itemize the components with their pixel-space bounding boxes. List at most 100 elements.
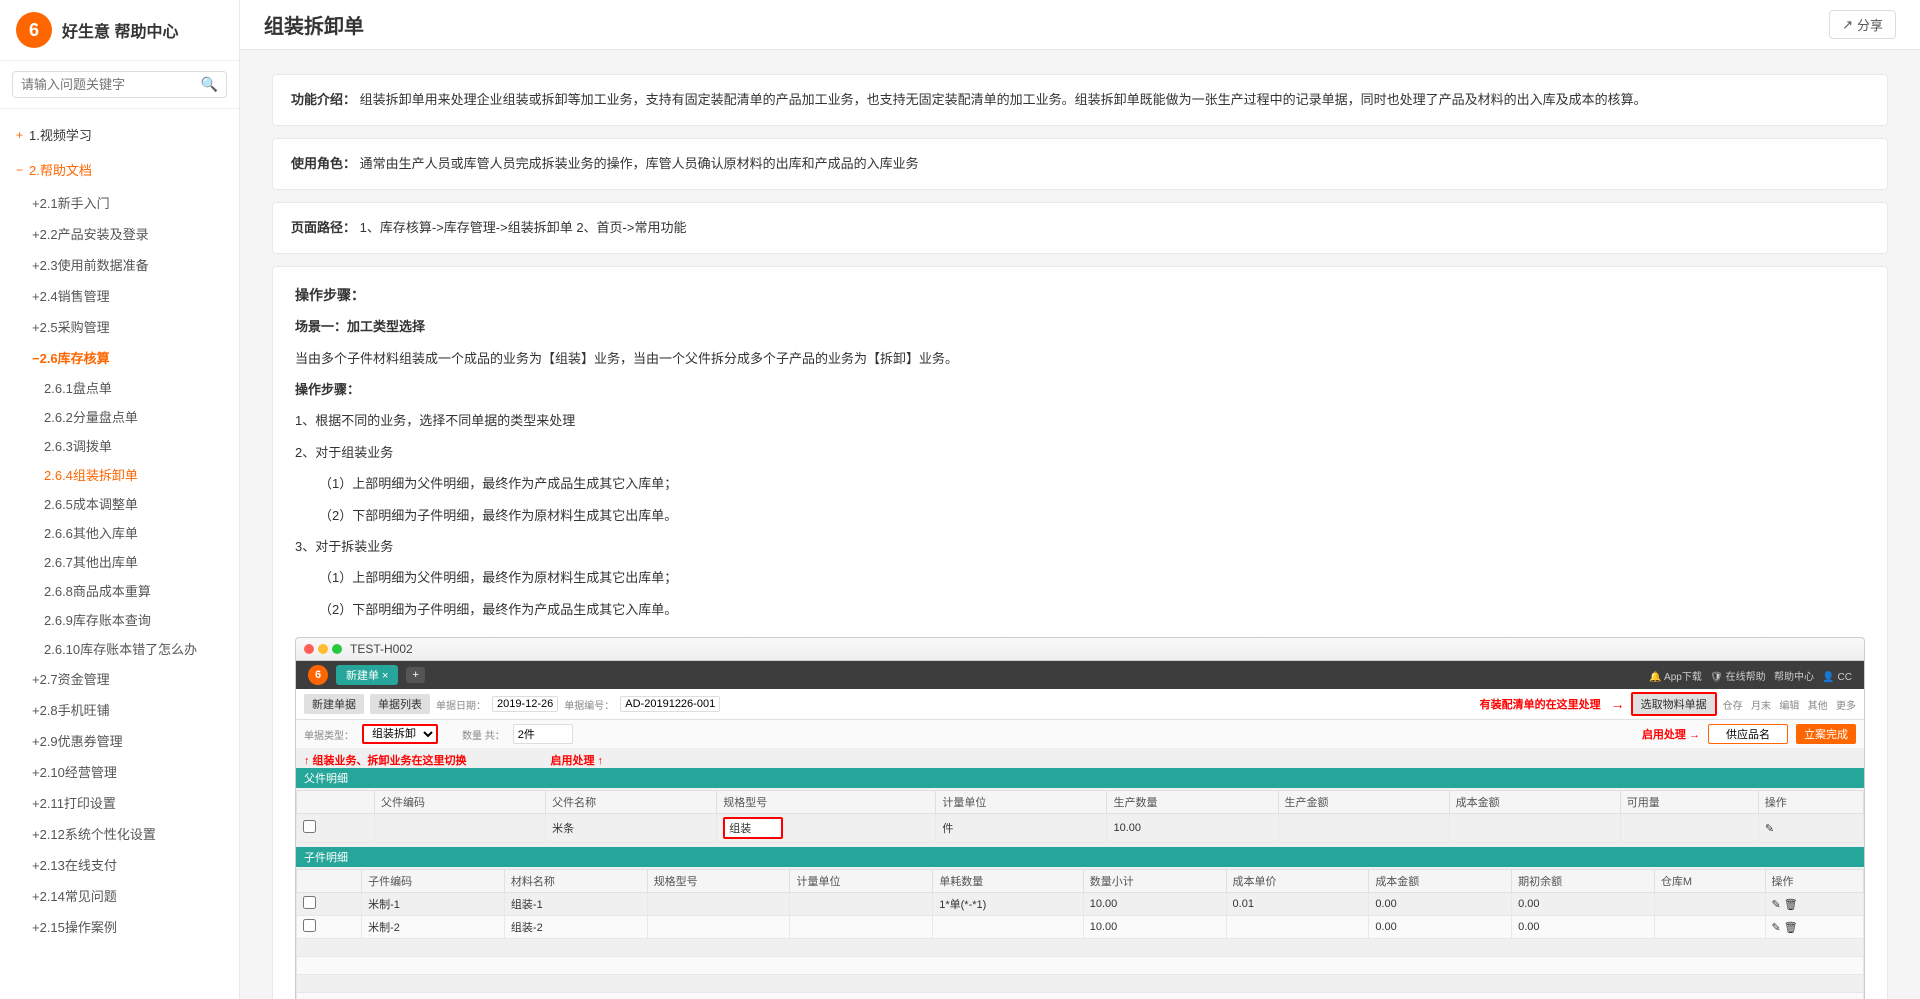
sidebar-item-2-6-8[interactable]: 2.6.8商品成本重算 — [0, 576, 239, 605]
nav-item-main-1[interactable]: + 1.视频学习 — [0, 117, 239, 152]
sidebar-item-2-8[interactable]: +2.8手机旺铺 — [0, 694, 239, 725]
scene1-desc: 当由多个子件材料组装成一个成品的业务为【组装】业务，当由一个父件拆分成多个子产品… — [295, 347, 1865, 370]
sidebar-item-2-3[interactable]: +2.3使用前数据准备 — [0, 249, 239, 280]
row-checkbox[interactable] — [303, 919, 316, 932]
ss-btn-list[interactable]: 单据列表 — [370, 694, 430, 714]
ss-btn-new[interactable]: 新建单据 — [304, 694, 364, 714]
ss-upper-th-5: 生产数量 — [1107, 791, 1278, 814]
sidebar-item-2-1[interactable]: +2.1新手入门 — [0, 187, 239, 218]
sidebar-item-2-6-9[interactable]: 2.6.9库存账本查询 — [0, 605, 239, 634]
step2-1: （1）上部明细为父件明细，最终作为产成品生成其它入库单； — [319, 472, 1865, 495]
sidebar-item-2-5[interactable]: +2.5采购管理 — [0, 311, 239, 342]
ss-annotation-a2: 启用处理 → — [1642, 726, 1700, 742]
step3-2: （2）下部明细为子件明细，最终作为产成品生成其它入库单。 — [319, 598, 1865, 621]
sidebar-item-2-4[interactable]: +2.4销售管理 — [0, 280, 239, 311]
ss-logo: 6 — [308, 665, 328, 685]
ss-annotation-a3: ↑ 组装业务、拆卸业务在这里切换 — [304, 755, 467, 767]
ss-lower-r1-ops[interactable]: ✎ 🗑 — [1765, 893, 1863, 916]
ss-btn-select-material[interactable]: 选取物料单据 — [1631, 692, 1717, 716]
search-icon[interactable]: 🔍 — [201, 76, 218, 93]
ss-upper-row-spec: 组装 — [717, 814, 936, 843]
ss-body: 6 新建单 × + 🔔 App下载 🛡 在线帮助 帮助中心 👤 CC 新建单据 … — [296, 661, 1864, 999]
role-text: 通常由生产人员或库管人员完成拆装业务的操作，库管人员确认原材料的出库和产成品的入… — [360, 156, 919, 171]
sidebar-item-2-6-2[interactable]: 2.6.2分量盘点单 — [0, 402, 239, 431]
nav-sub-list-2: +2.1新手入门 +2.2产品安装及登录 +2.3使用前数据准备 +2.4销售管… — [0, 187, 239, 942]
ss-upper-section: 父件明细 — [296, 768, 1864, 788]
sidebar-item-2-6-1[interactable]: 2.6.1盘点单 — [0, 373, 239, 402]
ss-form-date: 2019-12-26 — [492, 696, 558, 712]
sidebar-item-2-6[interactable]: −2.6库存核算 — [0, 342, 239, 373]
ss-lower-r1-subtotal: 10.00 — [1083, 893, 1226, 916]
ss-lower-th-1: 子件编码 — [362, 870, 505, 893]
sidebar-item-2-6-6[interactable]: 2.6.6其他入库单 — [0, 518, 239, 547]
ss-annotation-a4: 启用处理 ↑ — [550, 755, 603, 767]
main-area: 组装拆卸单 ↗ 分享 功能介绍： 组装拆卸单用来处理企业组装或拆卸等加工业务，支… — [240, 0, 1920, 999]
ops-steps-label: 操作步骤： — [295, 378, 1865, 401]
sidebar-item-2-6-4[interactable]: 2.6.4组装拆卸单 — [0, 460, 239, 489]
sidebar-item-2-12[interactable]: +2.12系统个性化设置 — [0, 818, 239, 849]
ss-title: TEST-H002 — [350, 642, 413, 656]
func-intro-label: 功能介绍： — [291, 92, 356, 107]
ss-lower-r2-consume — [933, 916, 1084, 939]
sidebar-item-2-9[interactable]: +2.9优惠券管理 — [0, 725, 239, 756]
share-button[interactable]: ↗ 分享 — [1829, 10, 1896, 39]
ss-lower-th-check — [297, 870, 362, 893]
expand-icon-2-9: + — [32, 734, 40, 749]
sidebar-item-2-11[interactable]: +2.11打印设置 — [0, 787, 239, 818]
nav-item-main-2[interactable]: − 2.帮助文档 — [0, 152, 239, 187]
sidebar-item-2-13[interactable]: +2.13在线支付 — [0, 849, 239, 880]
screenshot-image: TEST-H002 6 新建单 × + 🔔 App下载 🛡 在线帮助 帮助中心 … — [295, 637, 1865, 999]
search-input-wrap[interactable]: 🔍 — [12, 71, 227, 98]
expand-icon-2-13: + — [32, 858, 40, 873]
expand-icon-2-3: + — [32, 258, 40, 273]
sidebar-item-2-10[interactable]: +2.10经营管理 — [0, 756, 239, 787]
expand-icon-1: + — [16, 128, 23, 142]
sidebar-item-2-15[interactable]: +2.15操作案例 — [0, 911, 239, 942]
ss-lower-th-9: 期初余额 — [1512, 870, 1655, 893]
ss-lower-r2-ops[interactable]: ✎ 🗑 — [1765, 916, 1863, 939]
sidebar-item-2-6-3[interactable]: 2.6.3调拨单 — [0, 431, 239, 460]
ss-confirm-btn[interactable]: 立案完成 — [1796, 724, 1856, 744]
step3-1: （1）上部明细为父件明细，最终作为原材料生成其它出库单； — [319, 566, 1865, 589]
logo-icon: 6 — [16, 12, 52, 48]
expand-icon-2-10: + — [32, 765, 40, 780]
sidebar: 6 好生意 帮助中心 🔍 + 1.视频学习 − 2.帮助文档 +2.1新手入门 — [0, 0, 240, 999]
expand-icon-2-12: + — [32, 827, 40, 842]
ss-upper-th-6: 生产金额 — [1278, 791, 1449, 814]
ss-upper-row-ops[interactable]: ✎ — [1758, 814, 1863, 843]
ss-lower-section: 子件明细 — [296, 847, 1864, 867]
ss-nav-icons: 🔔 App下载 🛡 在线帮助 帮助中心 👤 CC — [1649, 668, 1852, 683]
ss-upper-row-check[interactable] — [297, 814, 375, 843]
sidebar-item-2-2[interactable]: +2.2产品安装及登录 — [0, 218, 239, 249]
ss-tab-add[interactable]: + — [406, 667, 424, 683]
path-label: 页面路径： — [291, 220, 356, 235]
ss-lower-r1-initbal: 0.00 — [1512, 893, 1655, 916]
sidebar-item-2-14[interactable]: +2.14常见问题 — [0, 880, 239, 911]
step2-2: （2）下部明细为子件明细，最终作为原材料生成其它出库单。 — [319, 504, 1865, 527]
sidebar-item-2-7[interactable]: +2.7资金管理 — [0, 663, 239, 694]
sidebar-item-2-6-10[interactable]: 2.6.10库存账本错了怎么办 — [0, 634, 239, 663]
expand-icon-2-8: + — [32, 703, 40, 718]
ss-lower-th-5: 单耗数量 — [933, 870, 1084, 893]
ss-upper-row-qty: 10.00 — [1107, 814, 1278, 843]
func-intro-text: 组装拆卸单用来处理企业组装或拆卸等加工业务，支持有固定装配清单的产品加工业务，也… — [360, 92, 1647, 107]
share-icon: ↗ — [1842, 17, 1853, 33]
sidebar-item-2-6-5[interactable]: 2.6.5成本调整单 — [0, 489, 239, 518]
ss-upper-th-check — [297, 791, 375, 814]
ss-lower-r1-costamt: 0.00 — [1369, 893, 1512, 916]
ss-max-dot — [332, 644, 342, 654]
ss-lower-r1-unit — [790, 893, 933, 916]
ss-type-select[interactable]: 组装拆卸 — [362, 724, 438, 744]
expand-icon-2-4: + — [32, 289, 40, 304]
path-box: 页面路径： 1、库存核算->库存管理->组装拆卸单 2、首页->常用功能 — [272, 202, 1888, 254]
search-input[interactable] — [21, 77, 201, 92]
ss-window-controls — [304, 644, 342, 654]
ss-lower-r2-check[interactable] — [297, 916, 362, 939]
step2: 2、对于组装业务 — [295, 441, 1865, 464]
sidebar-item-2-6-7[interactable]: 2.6.7其他出库单 — [0, 547, 239, 576]
ss-upper-row-name: 米条 — [546, 814, 717, 843]
ss-upper-th-7: 成本金额 — [1449, 791, 1620, 814]
row-checkbox[interactable] — [303, 820, 316, 833]
ss-lower-r1-check[interactable] — [297, 893, 362, 916]
row-checkbox[interactable] — [303, 896, 316, 909]
